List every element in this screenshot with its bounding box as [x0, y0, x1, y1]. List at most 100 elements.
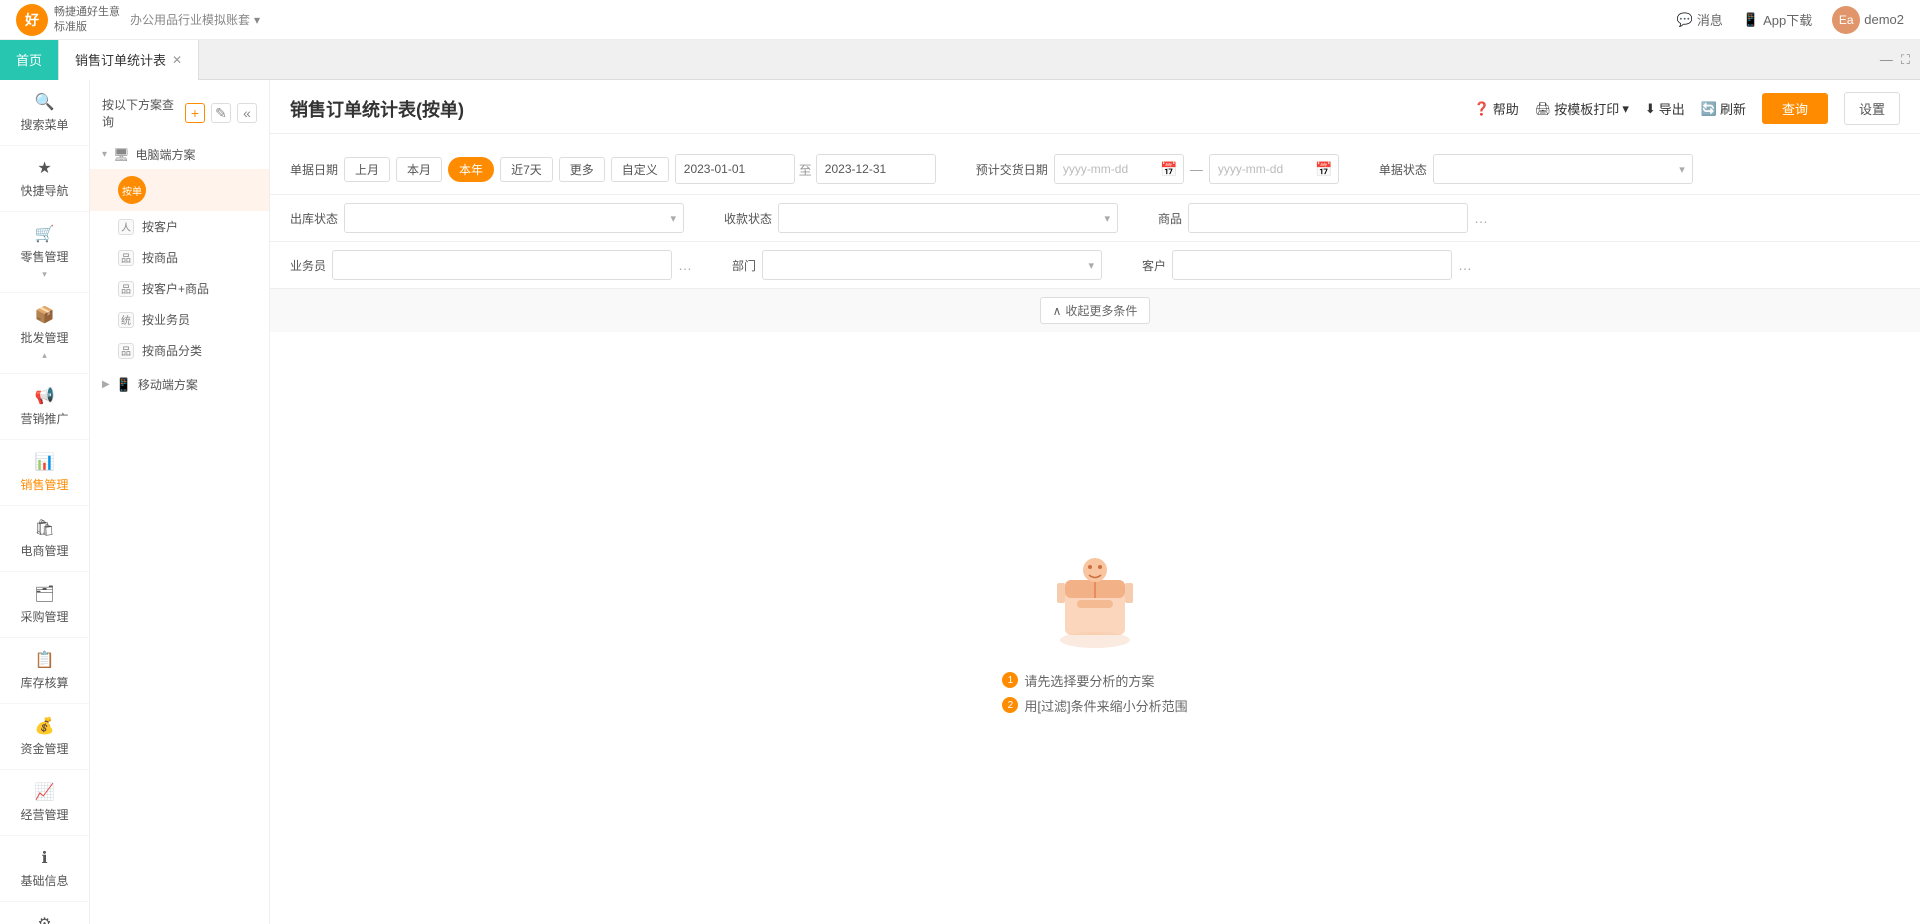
last-7-days-btn[interactable]: 近7天 — [500, 157, 553, 182]
scheme-item-by-product-category[interactable]: 品 按商品分类 — [90, 335, 269, 366]
content-area: 按以下方案查询 + ✎ « ▾ 🖥 电脑端方案 按单 人 按客户 — [90, 80, 1920, 924]
print-btn[interactable]: 🖨 按模板打印 ▾ — [1535, 99, 1629, 118]
maximize-icon[interactable]: ⛶ — [1901, 52, 1910, 68]
custom-btn[interactable]: 自定义 — [611, 157, 669, 182]
sidebar-item-ecommerce[interactable]: 🛍 电商管理 — [0, 506, 89, 572]
logo-text: 畅捷通好生意 标准版 — [54, 5, 120, 34]
scheme-item-by-customer[interactable]: 人 按客户 — [90, 211, 269, 242]
sidebar-item-retail[interactable]: 🛒 零售管理 ▾ — [0, 212, 89, 293]
top-bar-right: 💬 消息 📱 App下载 Ea demo2 — [1677, 6, 1904, 34]
sidebar-item-purchase[interactable]: 🗂 采购管理 — [0, 572, 89, 638]
empty-step-2: 2 用[过滤]条件来缩小分析范围 — [1002, 696, 1187, 715]
help-btn[interactable]: ❓ 帮助 — [1474, 99, 1519, 118]
tab-sales-order-stats[interactable]: 销售订单统计表 ✕ — [59, 40, 199, 80]
tab-close-icon[interactable]: ✕ — [172, 53, 182, 67]
pc-section-title[interactable]: ▾ 🖥 电脑端方案 — [90, 140, 269, 169]
by-order-icon: 按单 — [118, 176, 146, 204]
ship-status-label: 出库状态 — [290, 210, 338, 227]
salesperson-more-btn[interactable]: … — [678, 257, 692, 273]
customer-label: 客户 — [1142, 257, 1166, 274]
setting-button[interactable]: 设置 — [1844, 92, 1900, 125]
ship-status-select[interactable] — [344, 203, 684, 233]
user-menu[interactable]: Ea demo2 — [1832, 6, 1904, 34]
sidebar-item-marketing[interactable]: 📢 营销推广 — [0, 374, 89, 440]
department-select[interactable] — [762, 250, 1102, 280]
scheme-panel: 按以下方案查询 + ✎ « ▾ 🖥 电脑端方案 按单 人 按客户 — [90, 80, 270, 924]
logo-icon: 好 — [16, 4, 48, 36]
mobile-section-icon: 📱 — [116, 377, 132, 393]
more-btn[interactable]: 更多 — [559, 157, 605, 182]
pc-scheme-section: ▾ 🖥 电脑端方案 按单 人 按客户 品 按商品 品 按客户+商品 — [90, 140, 269, 366]
system-icon: ⚙ — [37, 914, 51, 924]
scheme-header-icons: + ✎ « — [185, 103, 257, 123]
product-more-btn[interactable]: … — [1474, 210, 1488, 226]
scheme-item-by-customer-product[interactable]: 品 按客户+商品 — [90, 273, 269, 304]
purchase-icon: 🗂 — [34, 584, 54, 604]
main-content: 销售订单统计表(按单) ❓ 帮助 🖨 按模板打印 ▾ ⬇ — [270, 80, 1920, 924]
message-btn[interactable]: 💬 消息 — [1677, 10, 1723, 29]
current-year-btn[interactable]: 本年 — [448, 157, 494, 182]
print-icon: 🖨 — [1535, 101, 1552, 117]
sidebar-item-wholesale[interactable]: 📦 批发管理 ▴ — [0, 293, 89, 374]
refresh-btn[interactable]: 🔄 刷新 — [1701, 99, 1746, 118]
mobile-section-arrow: ▶ — [102, 379, 110, 390]
by-salesperson-icon: 统 — [118, 312, 134, 328]
collapse-btn[interactable]: ∧ 收起更多条件 — [1040, 297, 1151, 324]
salesperson-input[interactable] — [332, 250, 672, 280]
current-month-btn[interactable]: 本月 — [396, 157, 442, 182]
order-status-select[interactable] — [1433, 154, 1693, 184]
top-bar: 好 畅捷通好生意 标准版 办公用品行业模拟账套 ▾ 💬 消息 📱 App下载 E… — [0, 0, 1920, 40]
finance-icon: 💰 — [35, 716, 55, 736]
sidebar-item-quick-nav[interactable]: ★ 快捷导航 — [0, 146, 89, 212]
sidebar-item-basic[interactable]: ℹ 基础信息 — [0, 836, 89, 902]
pc-section-icon: 🖥 — [113, 147, 130, 163]
date-start-input[interactable] — [675, 154, 795, 184]
refresh-icon: 🔄 — [1701, 101, 1717, 117]
cal-end-icon[interactable]: 📅 — [1315, 161, 1332, 178]
print-dropdown-arrow[interactable]: ▾ — [1622, 101, 1629, 117]
customer-more-btn[interactable]: … — [1458, 257, 1472, 273]
sidebar-item-finance[interactable]: 💰 资金管理 — [0, 704, 89, 770]
collapse-icon: ∧ — [1053, 304, 1062, 318]
sidebar-item-sales[interactable]: 📊 销售管理 — [0, 440, 89, 506]
app-download-btn[interactable]: 📱 App下载 — [1743, 10, 1812, 29]
export-btn[interactable]: ⬇ 导出 — [1645, 99, 1685, 118]
search-menu-icon: 🔍 — [35, 92, 55, 112]
filter-section: 销售订单统计表(按单) ❓ 帮助 🖨 按模板打印 ▾ ⬇ — [270, 80, 1920, 332]
logo-box: 好 畅捷通好生意 标准版 — [16, 4, 120, 36]
scheme-item-by-salesperson[interactable]: 统 按业务员 — [90, 304, 269, 335]
query-button[interactable]: 查询 — [1762, 93, 1828, 124]
prev-month-btn[interactable]: 上月 — [344, 157, 390, 182]
scheme-item-by-order[interactable]: 按单 — [90, 169, 269, 211]
pc-section-arrow: ▾ — [102, 149, 107, 160]
pay-status-select[interactable] — [778, 203, 1118, 233]
ship-status-select-wrapper — [344, 203, 684, 233]
scheme-collapse-btn[interactable]: « — [237, 103, 257, 123]
sidebar-item-operation[interactable]: 📈 经营管理 — [0, 770, 89, 836]
customer-input[interactable] — [1172, 250, 1452, 280]
order-status-select-wrapper — [1433, 154, 1693, 184]
scheme-edit-btn[interactable]: ✎ — [211, 103, 231, 123]
basic-icon: ℹ — [41, 848, 47, 868]
page-title: 销售订单统计表(按单) — [290, 96, 464, 122]
product-input[interactable] — [1188, 203, 1468, 233]
scheme-add-btn[interactable]: + — [185, 103, 205, 123]
mobile-scheme-section: ▶ 📱 移动端方案 — [90, 370, 269, 399]
empty-steps: 1 请先选择要分析的方案 2 用[过滤]条件来缩小分析范围 — [1002, 671, 1187, 721]
sales-icon: 📊 — [35, 452, 55, 472]
sidebar-item-inventory[interactable]: 📋 库存核算 — [0, 638, 89, 704]
expected-date-sep: — — [1190, 162, 1203, 177]
product-label: 商品 — [1158, 210, 1182, 227]
sidebar-item-system[interactable]: ⚙ 系统管理 — [0, 902, 89, 924]
operation-icon: 📈 — [35, 782, 55, 802]
cal-start-icon[interactable]: 📅 — [1160, 161, 1177, 178]
top-bar-left: 好 畅捷通好生意 标准版 办公用品行业模拟账套 ▾ — [16, 4, 260, 36]
scheme-item-by-product[interactable]: 品 按商品 — [90, 242, 269, 273]
tab-home[interactable]: 首页 — [0, 40, 59, 80]
minimize-icon[interactable]: — — [1880, 52, 1893, 67]
mobile-section-title[interactable]: ▶ 📱 移动端方案 — [90, 370, 269, 399]
app-name[interactable]: 办公用品行业模拟账套 ▾ — [130, 11, 260, 28]
message-icon: 💬 — [1677, 12, 1693, 28]
sidebar-item-search-menu[interactable]: 🔍 搜索菜单 — [0, 80, 89, 146]
date-end-input[interactable] — [816, 154, 936, 184]
